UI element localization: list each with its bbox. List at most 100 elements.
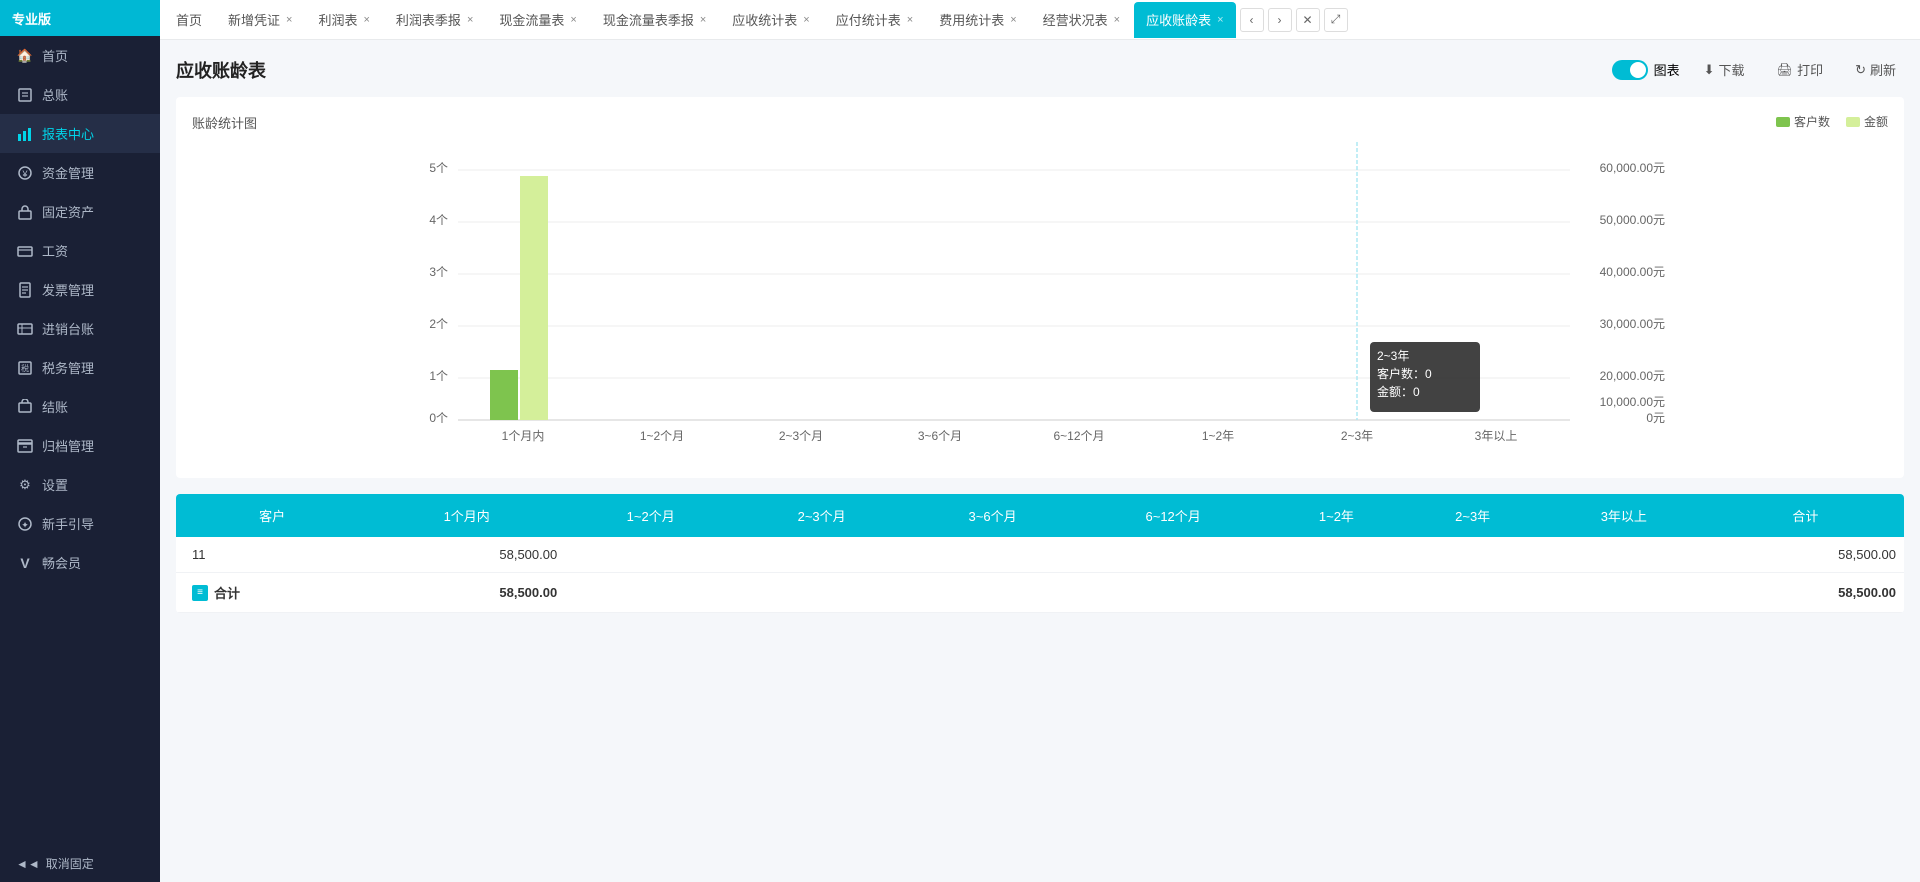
sidebar-item-sales[interactable]: 进销台账 — [0, 309, 160, 348]
sidebar-item-capital[interactable]: ¥ 资金管理 — [0, 153, 160, 192]
collapse-icon: ◄◄ — [16, 857, 40, 871]
svg-text:3年以上: 3年以上 — [1475, 429, 1518, 443]
home-icon: 🏠 — [16, 47, 34, 65]
toggle-track[interactable] — [1612, 60, 1648, 80]
tab-label: 费用统计表 — [939, 10, 1004, 29]
svg-text:1个月内: 1个月内 — [502, 429, 545, 443]
vip-icon: V — [16, 554, 34, 572]
tab-cashflow-quarter[interactable]: 现金流量表季报 × — [591, 2, 718, 38]
invoice-icon — [16, 281, 34, 299]
tab-label: 利润表 — [318, 10, 357, 29]
print-button[interactable]: 🖨 打印 — [1769, 56, 1832, 83]
tab-scroll-left[interactable]: ‹ — [1240, 8, 1264, 32]
tab-close-all[interactable]: ✕ — [1296, 8, 1320, 32]
total-total: 58,500.00 — [1707, 573, 1904, 613]
sidebar-item-ledger[interactable]: 总账 — [0, 75, 160, 114]
total-label-wrapper: ≡ 合计 — [192, 583, 360, 602]
svg-text:50,000.00元: 50,000.00元 — [1600, 213, 1665, 227]
bar-amount-0 — [520, 176, 548, 420]
tab-close-icon[interactable]: × — [1010, 14, 1016, 26]
tab-close-icon[interactable]: × — [363, 14, 369, 26]
content-area: 应收账龄表 图表 ⬇ 下载 🖨 打印 ↻ 刷新 — [160, 40, 1920, 882]
sidebar-item-settings[interactable]: ⚙ 设置 — [0, 465, 160, 504]
tab-close-icon[interactable]: × — [286, 14, 292, 26]
tab-close-icon[interactable]: × — [803, 14, 809, 26]
tab-expand[interactable]: ⤢ — [1324, 8, 1348, 32]
col-total: 合计 — [1707, 494, 1904, 537]
tab-close-icon[interactable]: × — [1114, 14, 1120, 26]
sidebar-item-archive[interactable]: 归档管理 — [0, 426, 160, 465]
sidebar-item-label: 总账 — [42, 85, 68, 104]
tax-icon: 税 — [16, 359, 34, 377]
tab-close-icon[interactable]: × — [570, 14, 576, 26]
col-m2-3: 2~3个月 — [736, 494, 907, 537]
sidebar-item-reports[interactable]: 报表中心 — [0, 114, 160, 153]
refresh-label: 刷新 — [1870, 60, 1896, 79]
table-total-row: ≡ 合计 58,500.00 58,500.00 — [176, 573, 1904, 613]
assets-icon — [16, 203, 34, 221]
tab-ar-aging[interactable]: 应收账龄表 × — [1134, 2, 1235, 38]
sidebar-item-label: 设置 — [42, 475, 68, 494]
salary-icon — [16, 242, 34, 260]
tab-profit-quarter[interactable]: 利润表季报 × — [384, 2, 485, 38]
toggle-thumb — [1630, 62, 1646, 78]
tab-scroll-right[interactable]: › — [1268, 8, 1292, 32]
toggle-label: 图表 — [1654, 60, 1680, 79]
tab-close-icon[interactable]: × — [467, 14, 473, 26]
total-y3-plus — [1541, 573, 1707, 613]
total-label-cell: ≡ 合计 — [176, 573, 368, 613]
sidebar-logo: 专业版 — [0, 0, 160, 36]
svg-text:10,000.00元: 10,000.00元 — [1600, 395, 1665, 409]
cell-m1: 58,500.00 — [368, 537, 565, 573]
chart-toggle[interactable]: 图表 — [1612, 60, 1680, 80]
col-m1: 1个月内 — [368, 494, 565, 537]
cell-m1-2 — [565, 537, 736, 573]
sidebar-item-salary[interactable]: 工资 — [0, 231, 160, 270]
toolbar: 图表 ⬇ 下载 🖨 打印 ↻ 刷新 — [1612, 56, 1904, 83]
svg-text:3个: 3个 — [429, 265, 448, 279]
archive-icon — [16, 437, 34, 455]
svg-text:✦: ✦ — [21, 520, 29, 530]
tab-ar-stat[interactable]: 应收统计表 × — [720, 2, 821, 38]
tab-voucher[interactable]: 新增凭证 × — [216, 2, 304, 38]
tab-ap-stat[interactable]: 应付统计表 × — [824, 2, 925, 38]
refresh-button[interactable]: ↻ 刷新 — [1847, 56, 1904, 83]
tab-label: 新增凭证 — [228, 10, 280, 29]
sidebar-collapse-btn[interactable]: ◄◄ 取消固定 — [0, 845, 160, 882]
tab-profit[interactable]: 利润表 × — [306, 2, 381, 38]
download-button[interactable]: ⬇ 下载 — [1696, 56, 1753, 83]
svg-text:金额：0: 金额：0 — [1377, 384, 1420, 399]
tab-expense-stat[interactable]: 费用统计表 × — [927, 2, 1028, 38]
sidebar-item-label: 发票管理 — [42, 280, 94, 299]
svg-text:5个: 5个 — [429, 161, 448, 175]
sidebar-item-tax[interactable]: 税 税务管理 — [0, 348, 160, 387]
legend-label-customer: 客户数 — [1794, 113, 1830, 130]
page-title: 应收账龄表 — [176, 57, 266, 83]
tab-business-stat[interactable]: 经营状况表 × — [1031, 2, 1132, 38]
legend-customer-count: 客户数 — [1776, 113, 1830, 130]
sidebar-item-vip[interactable]: V 畅会员 — [0, 543, 160, 582]
total-label-text: 合计 — [214, 583, 240, 602]
tab-home[interactable]: 首页 — [164, 2, 214, 38]
download-icon: ⬇ — [1704, 62, 1715, 78]
download-label: 下载 — [1719, 60, 1745, 79]
sidebar-item-assets[interactable]: 固定资产 — [0, 192, 160, 231]
sidebar-item-guide[interactable]: ✦ 新手引导 — [0, 504, 160, 543]
sidebar: 专业版 🏠 首页 总账 报表中心 ¥ 资金管理 固定资产 工资 — [0, 0, 160, 882]
chart-legend: 客户数 金额 — [1776, 113, 1888, 130]
sidebar-item-invoice[interactable]: 发票管理 — [0, 270, 160, 309]
tab-label: 现金流量表季报 — [603, 10, 694, 29]
tab-close-icon[interactable]: × — [907, 14, 913, 26]
tab-cashflow[interactable]: 现金流量表 × — [487, 2, 588, 38]
guide-icon: ✦ — [16, 515, 34, 533]
sidebar-item-home[interactable]: 🏠 首页 — [0, 36, 160, 75]
tab-close-icon[interactable]: × — [700, 14, 706, 26]
total-y2-3 — [1405, 573, 1541, 613]
cell-m3-6 — [907, 537, 1078, 573]
legend-label-amount: 金额 — [1864, 113, 1888, 130]
legend-color-customer — [1776, 117, 1790, 127]
svg-text:6~12个月: 6~12个月 — [1053, 429, 1104, 443]
tab-close-icon[interactable]: × — [1217, 14, 1223, 26]
sidebar-item-close[interactable]: 结账 — [0, 387, 160, 426]
sidebar-item-label: 进销台账 — [42, 319, 94, 338]
